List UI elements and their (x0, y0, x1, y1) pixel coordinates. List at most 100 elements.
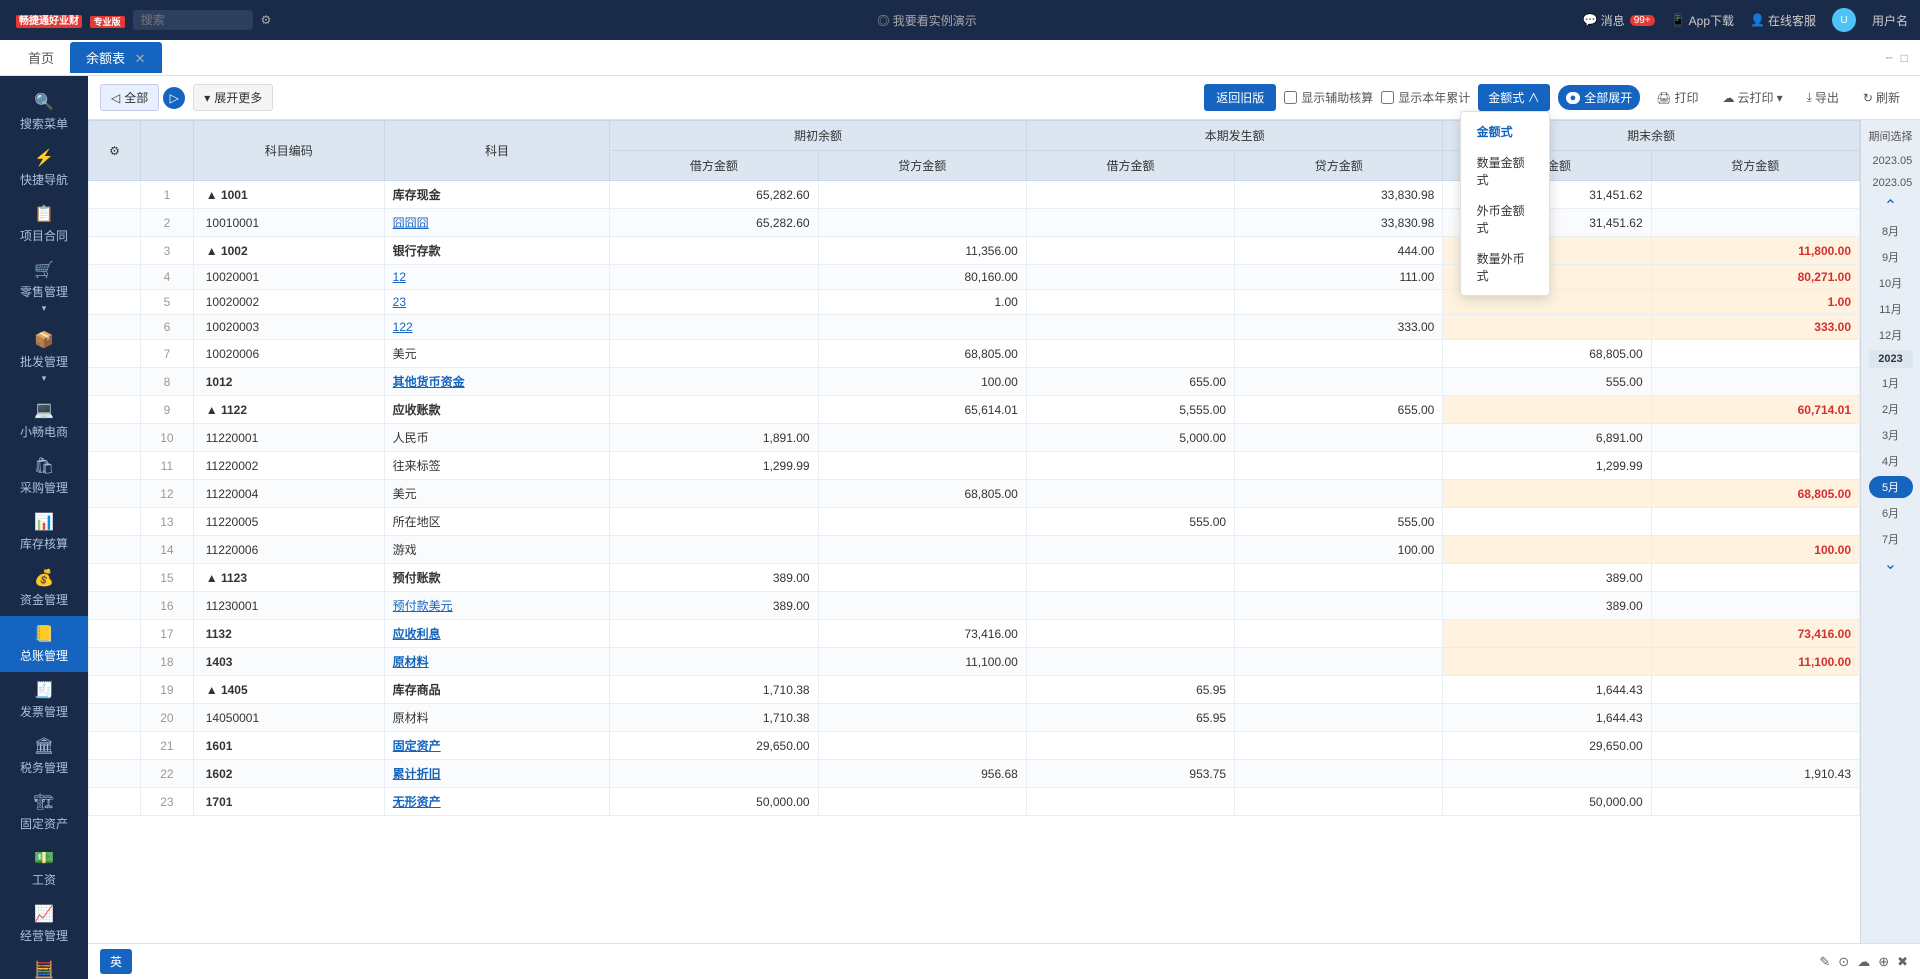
search-input[interactable] (133, 10, 253, 30)
period-4[interactable]: 4月 (1869, 450, 1913, 472)
style-option-qty-amount[interactable]: 数量金额式 (1461, 147, 1549, 195)
account-name[interactable]: 23 (384, 290, 610, 315)
minimize-icon[interactable]: ╌ (1886, 51, 1893, 65)
sidebar-item-inventory[interactable]: 📊 库存核算 (0, 504, 88, 560)
style-button[interactable]: 金额式 ∧ (1478, 84, 1549, 111)
sidebar-item-contract[interactable]: 📋 项目合同 (0, 196, 88, 252)
amount-cell (1026, 592, 1234, 620)
account-name[interactable]: 其他货币资金 (384, 368, 610, 396)
edit-icon[interactable]: ✎ (1819, 954, 1830, 970)
period-5-current[interactable]: 5月 (1869, 476, 1913, 498)
sidebar-item-tax[interactable]: 🏛 税务管理 (0, 728, 88, 784)
all-button[interactable]: ◁ 全部 (100, 84, 159, 111)
account-name[interactable]: 累计折旧 (384, 760, 610, 788)
amount-cell (1026, 732, 1234, 760)
ytd-checkbox[interactable] (1381, 91, 1394, 104)
export-button[interactable]: ⤓ 导出 (1799, 85, 1847, 110)
row-settings-icon (89, 564, 141, 592)
account-name[interactable]: 应收利息 (384, 620, 610, 648)
style-option-foreign-amount[interactable]: 外币金额式 (1461, 195, 1549, 243)
tab-balance[interactable]: 余额表 ✕ (70, 42, 162, 73)
row-settings-icon (89, 592, 141, 620)
period-up-icon[interactable]: ⌃ (1884, 196, 1897, 216)
sidebar-item-search[interactable]: 🔍 搜索菜单 (0, 84, 88, 140)
refresh-button[interactable]: ↻ 刷新 (1855, 85, 1908, 110)
sidebar-item-nav[interactable]: ⚡ 快捷导航 (0, 140, 88, 196)
period-9[interactable]: 9月 (1869, 246, 1913, 268)
amount-cell: 100.00 (1651, 536, 1859, 564)
account-name[interactable]: 122 (384, 315, 610, 340)
expand-button[interactable]: ▾ 展开更多 (193, 84, 273, 111)
message-btn[interactable]: 💬 消息 99+ (1583, 12, 1655, 29)
eye-icon[interactable]: ⊙ (1838, 954, 1849, 970)
sidebar-item-invoice[interactable]: 🧾 发票管理 (0, 672, 88, 728)
cloud-bottom-icon[interactable]: ☁ (1857, 954, 1870, 970)
amount-cell: 65.95 (1026, 676, 1234, 704)
amount-cell (610, 620, 818, 648)
period-11[interactable]: 11月 (1869, 298, 1913, 320)
style-option-qty-foreign[interactable]: 数量外币式 (1461, 243, 1549, 291)
demo-text[interactable]: ◎ 我要看实例演示 (877, 12, 976, 29)
account-name: 美元 (384, 340, 610, 368)
amount-cell: 1,710.38 (610, 676, 818, 704)
amount-cell (818, 315, 1026, 340)
add-icon[interactable]: ⊕ (1878, 954, 1889, 970)
close-bottom-icon[interactable]: ✖ (1897, 954, 1908, 970)
sidebar-item-wholesale[interactable]: 📦 批发管理 ▾ (0, 322, 88, 392)
period-year-2023[interactable]: 2023 (1869, 350, 1913, 368)
account-name[interactable]: 预付款美元 (384, 592, 610, 620)
table-wrapper: ⚙ 科目编码 科目 期初余额 本期发生额 期末余额 借方金额 贷方金额 (88, 120, 1860, 943)
account-code: 11230001 (193, 592, 384, 620)
period-down-icon[interactable]: ⌄ (1884, 554, 1897, 574)
sidebar-item-operations[interactable]: 📈 经营管理 (0, 896, 88, 952)
service-icon: 👤 (1750, 13, 1765, 27)
sidebar-item-assets[interactable]: 🏗 固定资产 (0, 784, 88, 840)
aux-checkbox[interactable] (1284, 91, 1297, 104)
sidebar-item-retail[interactable]: 🛒 零售管理 ▾ (0, 252, 88, 322)
tab-home[interactable]: 首页 (12, 42, 70, 73)
style-option-amount[interactable]: 金额式 (1461, 116, 1549, 147)
period-7[interactable]: 7月 (1869, 528, 1913, 550)
print-button[interactable]: 🖨 打印 (1648, 85, 1706, 110)
sidebar-item-salary[interactable]: 💵 工资 (0, 840, 88, 896)
period-12[interactable]: 12月 (1869, 324, 1913, 346)
amount-cell (1651, 676, 1859, 704)
online-service-btn[interactable]: 👤 在线客服 (1750, 12, 1816, 29)
toolbar-right: 返回旧版 显示辅助核算 显示本年累计 金额式 ∧ 金额式 数量金额式 外币金额式 (1204, 84, 1908, 111)
period-2023-05-end[interactable]: 2023.05 (1869, 174, 1913, 192)
return-old-version-button[interactable]: 返回旧版 (1204, 84, 1276, 111)
sidebar-item-sales[interactable]: 🧮 小畅报销 (0, 952, 88, 979)
period-2[interactable]: 2月 (1869, 398, 1913, 420)
sidebar-item-ecommerce[interactable]: 💻 小畅电商 (0, 392, 88, 448)
period-1[interactable]: 1月 (1869, 372, 1913, 394)
cloud-print-button[interactable]: ☁ 云打印 ▾ (1715, 85, 1791, 110)
table-row: 171132应收利息73,416.0073,416.00 (89, 620, 1860, 648)
expand-all-button[interactable]: ● 全部展开 (1558, 85, 1641, 110)
settings-icon[interactable]: ⚙ (109, 144, 120, 158)
account-code: 1602 (193, 760, 384, 788)
nav-forward-button[interactable]: ▷ (163, 87, 185, 109)
tab-close-icon[interactable]: ✕ (135, 51, 146, 66)
period-3[interactable]: 3月 (1869, 424, 1913, 446)
sidebar-item-purchase[interactable]: 🛍 采购管理 (0, 448, 88, 504)
period-6[interactable]: 6月 (1869, 502, 1913, 524)
account-name[interactable]: 无形资产 (384, 788, 610, 816)
period-10[interactable]: 10月 (1869, 272, 1913, 294)
user-avatar[interactable]: U (1832, 8, 1856, 32)
amount-cell: 1.00 (818, 290, 1026, 315)
account-name[interactable]: 12 (384, 265, 610, 290)
account-name[interactable]: 囧囧囧 (384, 209, 610, 237)
period-2023-05-start[interactable]: 2023.05 (1869, 152, 1913, 170)
amount-cell: 73,416.00 (1651, 620, 1859, 648)
app-download-btn[interactable]: 📱 App下载 (1671, 12, 1734, 29)
maximize-icon[interactable]: □ (1901, 51, 1908, 65)
account-name[interactable]: 原材料 (384, 648, 610, 676)
sidebar-item-capital[interactable]: 💰 资金管理 (0, 560, 88, 616)
table-row: 4100200011280,160.00111.0080,271.00 (89, 265, 1860, 290)
sidebar-item-general[interactable]: 📒 总账管理 (0, 616, 88, 672)
account-name[interactable]: 固定资产 (384, 732, 610, 760)
lang-button[interactable]: 英 (100, 949, 132, 974)
period-8[interactable]: 8月 (1869, 220, 1913, 242)
row-settings-icon (89, 265, 141, 290)
settings-icon[interactable]: ⚙ (261, 13, 272, 27)
